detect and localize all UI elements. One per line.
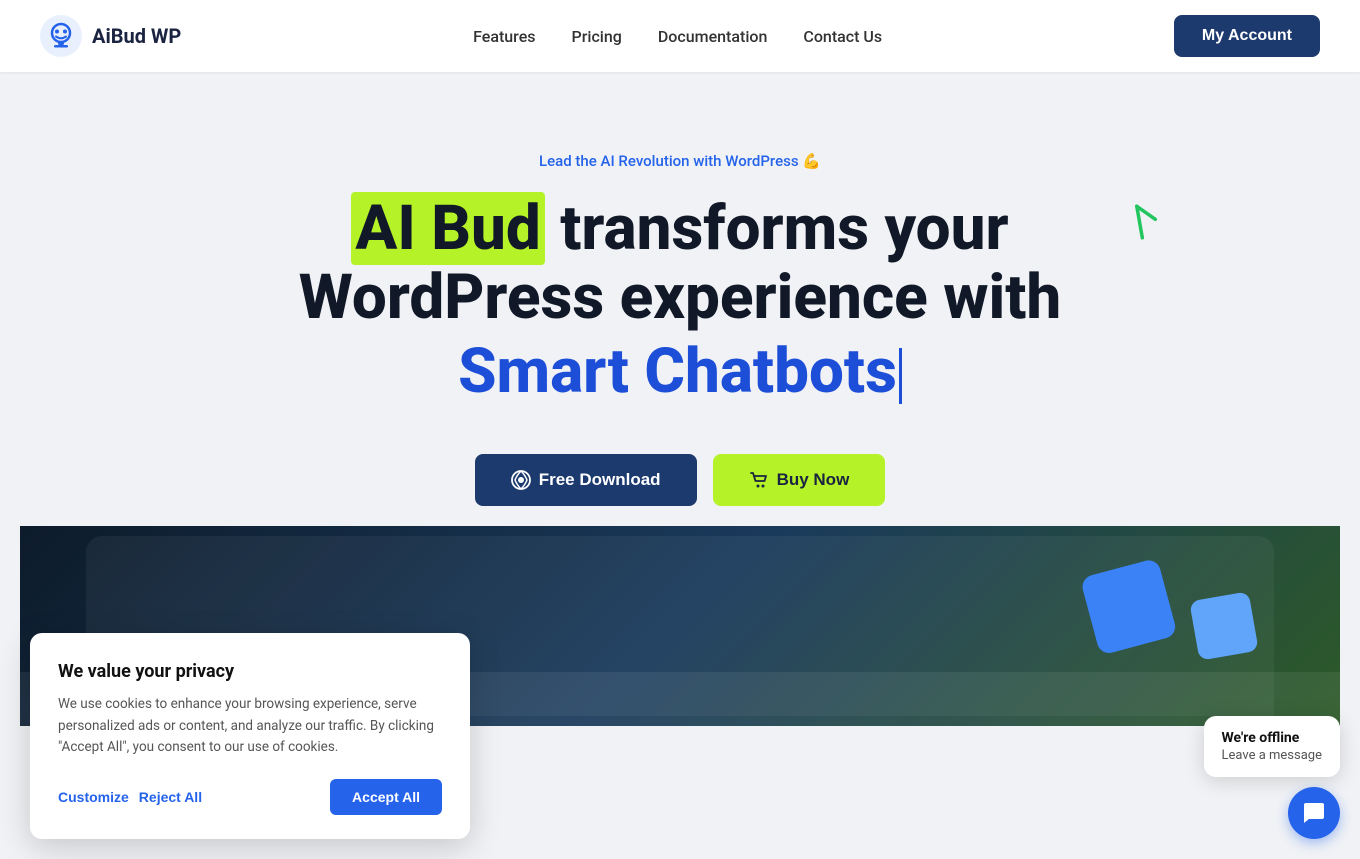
cart-icon [749, 470, 769, 490]
accept-all-button[interactable]: Accept All [330, 779, 442, 815]
nav-pricing[interactable]: Pricing [572, 27, 622, 46]
reject-all-button[interactable]: Reject All [139, 789, 202, 805]
chat-icon [1301, 800, 1327, 826]
cookie-buttons: Customize Reject All Accept All [58, 779, 442, 815]
chat-widget: We're offline Leave a message [1204, 716, 1340, 839]
cookie-title: We value your privacy [58, 661, 442, 682]
hero-heading-line1: AI Bud transforms your [351, 192, 1008, 265]
hero-heading-line2: WordPress experience with [299, 261, 1062, 334]
typed-cursor [899, 348, 902, 404]
hero-typed-line: Smart Chatbots [280, 337, 1080, 406]
logo-text: AiBud WP [92, 24, 181, 48]
chat-icon-button[interactable] [1288, 787, 1340, 839]
nav-features[interactable]: Features [473, 27, 535, 46]
blue-card-2 [1189, 592, 1259, 662]
cookie-banner: We value your privacy We use cookies to … [30, 633, 470, 839]
main-nav: Features Pricing Documentation Contact U… [473, 27, 882, 46]
buy-now-button[interactable]: Buy Now [713, 454, 886, 506]
free-download-button[interactable]: Free Download [475, 454, 697, 506]
nav-documentation[interactable]: Documentation [658, 27, 768, 46]
chat-leave-text: Leave a message [1222, 748, 1322, 763]
my-account-button[interactable]: My Account [1174, 15, 1320, 57]
hero-highlight: AI Bud [351, 192, 544, 265]
chat-offline-text: We're offline [1222, 730, 1322, 746]
nav-contact[interactable]: Contact Us [803, 27, 882, 46]
wordpress-icon [511, 470, 531, 490]
hero-tagline: Lead the AI Revolution with WordPress 💪 [20, 152, 1340, 170]
logo[interactable]: AiBud WP [40, 15, 181, 57]
customize-button[interactable]: Customize [58, 789, 129, 805]
chat-bubble[interactable]: We're offline Leave a message [1204, 716, 1340, 777]
sparkle-decoration [1116, 199, 1163, 250]
hero-buttons: Free Download Buy Now [20, 454, 1340, 506]
blue-card-1 [1080, 558, 1178, 656]
cookie-body: We use cookies to enhance your browsing … [58, 694, 442, 759]
hero-heading: AI Bud transforms your WordPress experie… [280, 194, 1080, 406]
logo-icon [40, 15, 82, 57]
